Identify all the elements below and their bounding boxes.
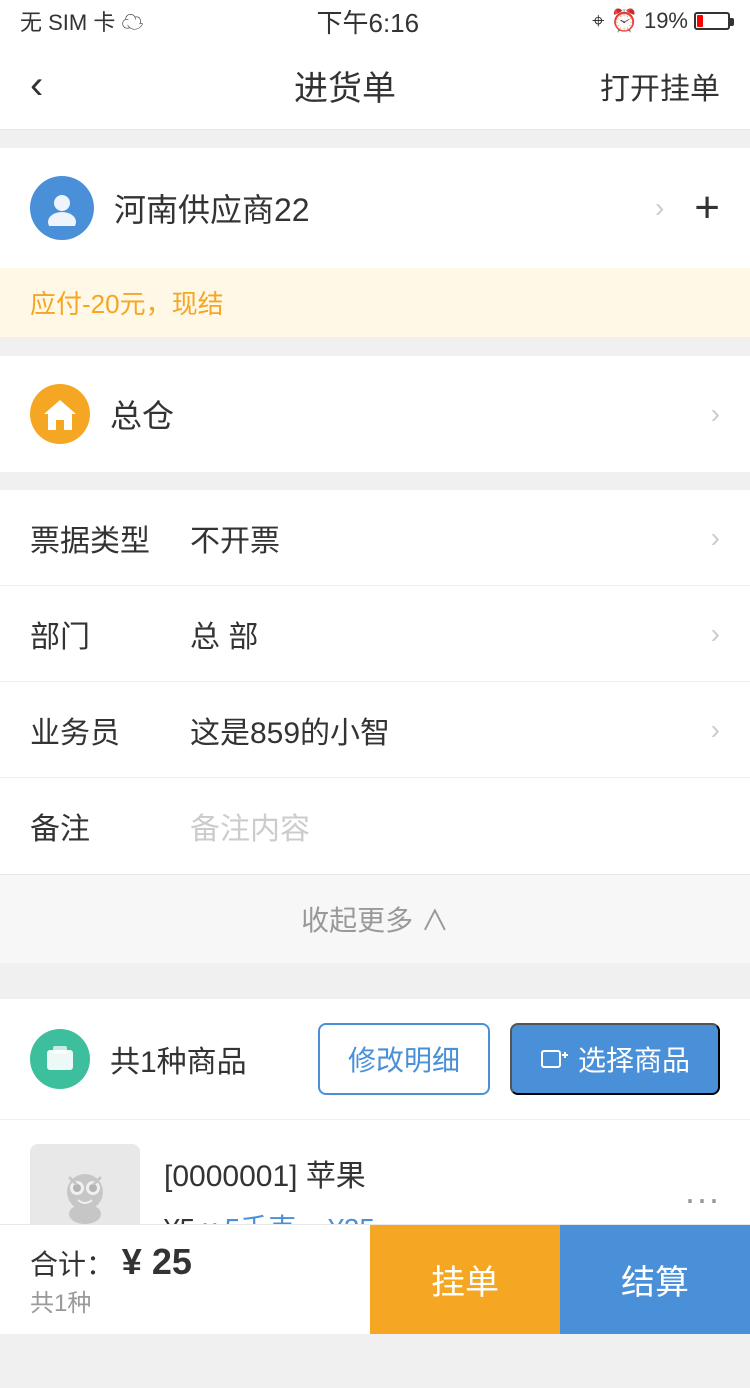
salesperson-value: 这是859的小智 bbox=[170, 708, 711, 752]
product-more-button[interactable]: ··· bbox=[684, 1178, 720, 1220]
bottom-bar: 合计： ¥ 25 共1种 挂单 结算 bbox=[0, 1224, 750, 1334]
page-title: 进货单 bbox=[294, 61, 396, 110]
ticket-type-row[interactable]: 票据类型 不开票 › bbox=[0, 490, 750, 586]
total-line1: 合计： ¥ 25 bbox=[30, 1241, 340, 1283]
product-id: [0000001] bbox=[164, 1160, 297, 1193]
department-chevron-icon: › bbox=[711, 618, 720, 650]
remark-input[interactable]: 备注内容 bbox=[170, 804, 720, 848]
open-hang-button[interactable]: 打开挂单 bbox=[600, 64, 720, 108]
warehouse-chevron-icon: › bbox=[711, 398, 720, 430]
ticket-type-label: 票据类型 bbox=[30, 516, 170, 560]
alarm-icon: ⏰ bbox=[611, 8, 638, 34]
product-count-label: 共1种商品 bbox=[110, 1037, 298, 1081]
total-amount: ¥ 25 bbox=[122, 1241, 192, 1282]
remark-row[interactable]: 备注 备注内容 bbox=[0, 778, 750, 874]
status-time: 下午6:16 bbox=[317, 3, 420, 40]
select-product-icon bbox=[540, 1045, 568, 1073]
salesperson-label: 业务员 bbox=[30, 708, 170, 752]
total-section: 合计： ¥ 25 共1种 bbox=[0, 1225, 370, 1334]
supplier-row[interactable]: 河南供应商22 › + bbox=[0, 148, 750, 268]
checkout-button[interactable]: 结算 bbox=[560, 1225, 750, 1334]
supplier-section: 河南供应商22 › + 应付-20元，现结 bbox=[0, 148, 750, 337]
warehouse-row[interactable]: 总仓 › bbox=[0, 355, 750, 472]
home-icon bbox=[42, 396, 78, 432]
salesperson-chevron-icon: › bbox=[711, 714, 720, 746]
cart-icon bbox=[43, 1042, 77, 1076]
warehouse-section: 总仓 › bbox=[0, 355, 750, 472]
status-left: 无 SIM 卡 ☁ bbox=[20, 5, 143, 37]
collapse-toggle[interactable]: 收起更多 ∧ bbox=[0, 874, 750, 963]
product-name: 苹果 bbox=[306, 1160, 366, 1193]
separator-3 bbox=[0, 963, 750, 981]
nav-bar: ‹ 进货单 打开挂单 bbox=[0, 42, 750, 130]
supplier-name: 河南供应商22 bbox=[114, 185, 655, 231]
ticket-type-value: 不开票 bbox=[170, 516, 711, 560]
department-label: 部门 bbox=[30, 612, 170, 656]
add-supplier-button[interactable]: + bbox=[694, 183, 720, 233]
salesperson-row[interactable]: 业务员 这是859的小智 › bbox=[0, 682, 750, 778]
status-bar: 无 SIM 卡 ☁ 下午6:16 ⌖ ⏰ 19% bbox=[0, 0, 750, 42]
status-right: ⌖ ⏰ 19% bbox=[592, 8, 730, 34]
department-value: 总 部 bbox=[170, 612, 711, 656]
total-label: 合计： bbox=[30, 1249, 114, 1280]
warehouse-name: 总仓 bbox=[110, 391, 711, 437]
warehouse-icon bbox=[30, 384, 90, 444]
separator-1 bbox=[0, 130, 750, 148]
supplier-chevron-icon: › bbox=[655, 192, 664, 224]
form-section: 票据类型 不开票 › 部门 总 部 › 业务员 这是859的小智 › 备注 备注… bbox=[0, 490, 750, 874]
person-icon bbox=[44, 190, 80, 226]
location-icon: ⌖ bbox=[592, 8, 604, 34]
hang-order-button[interactable]: 挂单 bbox=[370, 1225, 560, 1334]
product-title: [0000001] 苹果 bbox=[164, 1151, 660, 1195]
product-cart-icon bbox=[30, 1029, 90, 1089]
ticket-type-chevron-icon: › bbox=[711, 522, 720, 554]
select-product-button[interactable]: 选择商品 bbox=[510, 1023, 720, 1095]
battery-percent: 19% bbox=[644, 8, 688, 34]
select-product-label: 选择商品 bbox=[578, 1039, 690, 1079]
department-row[interactable]: 部门 总 部 › bbox=[0, 586, 750, 682]
notice-bar: 应付-20元，现结 bbox=[0, 268, 750, 337]
remark-label: 备注 bbox=[30, 804, 170, 848]
total-count: 共1种 bbox=[30, 1283, 340, 1318]
battery-icon bbox=[694, 12, 730, 30]
modify-detail-button[interactable]: 修改明细 bbox=[318, 1023, 490, 1095]
product-header: 共1种商品 修改明细 选择商品 bbox=[0, 999, 750, 1119]
separator-2 bbox=[0, 337, 750, 355]
supplier-avatar bbox=[30, 176, 94, 240]
back-button[interactable]: ‹ bbox=[30, 63, 90, 108]
sim-status: 无 SIM 卡 ☁ bbox=[20, 5, 143, 37]
